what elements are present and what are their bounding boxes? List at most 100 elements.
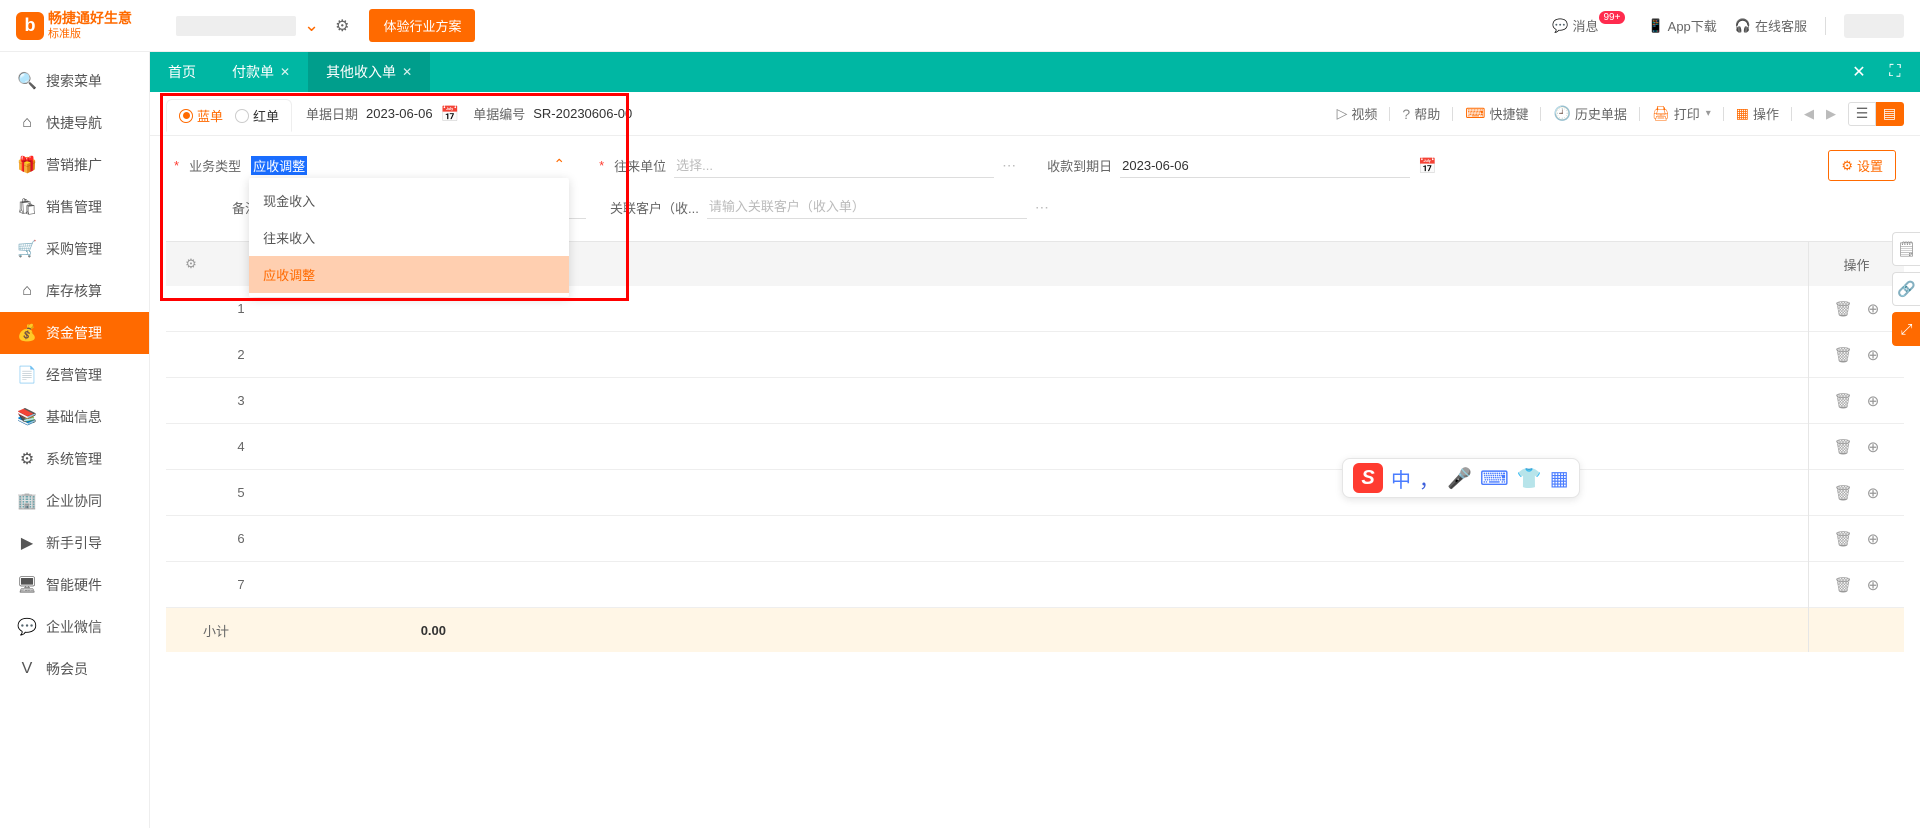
- add-icon[interactable]: ⊕: [1867, 576, 1880, 594]
- sidebar-item-8[interactable]: 📚基础信息: [0, 396, 149, 438]
- sidebar-item-14[interactable]: V畅会员: [0, 648, 149, 690]
- tab-expand-icon[interactable]: ⛶: [1882, 59, 1908, 85]
- delete-icon[interactable]: 🗑: [1834, 300, 1853, 318]
- delete-icon[interactable]: 🗑: [1834, 484, 1853, 502]
- table-row[interactable]: 3: [166, 378, 1808, 424]
- video-link[interactable]: ▷视频: [1337, 104, 1378, 123]
- sidebar-item-3[interactable]: 🛍销售管理: [0, 186, 149, 228]
- tab-label: 首页: [168, 62, 196, 82]
- dropdown-option[interactable]: 现金收入: [249, 182, 569, 219]
- calendar-icon[interactable]: 📅: [1418, 157, 1437, 175]
- tab-close-all-icon[interactable]: ✕: [1846, 59, 1872, 85]
- settings-button[interactable]: ⚙设置: [1828, 150, 1896, 181]
- relcust-field: 关联客户（收... ⋯: [610, 195, 1050, 219]
- sidebar-item-label: 基础信息: [46, 407, 102, 427]
- table-settings-icon[interactable]: ⚙: [166, 256, 216, 272]
- radio-red[interactable]: 红单: [235, 106, 279, 125]
- party-input[interactable]: [674, 154, 994, 178]
- sidebar-item-11[interactable]: ▶新手引导: [0, 522, 149, 564]
- sidebar-item-6[interactable]: 💰资金管理: [0, 312, 149, 354]
- row-index: 4: [216, 439, 266, 454]
- row-ops: 🗑⊕: [1809, 516, 1904, 562]
- table-row[interactable]: 2: [166, 332, 1808, 378]
- close-icon[interactable]: ✕: [402, 65, 412, 79]
- add-icon[interactable]: ⊕: [1867, 392, 1880, 410]
- sidebar-item-7[interactable]: 📄经营管理: [0, 354, 149, 396]
- biztype-select[interactable]: 应收调整: [249, 152, 569, 180]
- try-industry-button[interactable]: 体验行业方案: [369, 9, 475, 42]
- add-icon[interactable]: ⊕: [1867, 346, 1880, 364]
- sidebar-item-label: 资金管理: [46, 323, 102, 343]
- ime-skin-icon[interactable]: 👕: [1517, 466, 1542, 491]
- headset-icon: 🎧: [1735, 18, 1751, 34]
- relcust-input[interactable]: [707, 195, 1027, 219]
- user-avatar[interactable]: [1844, 14, 1904, 38]
- right-rail: 🗒 🔗 ⤢: [1892, 232, 1920, 346]
- ime-keyboard-icon[interactable]: ⌨: [1480, 466, 1509, 491]
- tab-0[interactable]: 首页: [150, 52, 214, 92]
- delete-icon[interactable]: 🗑: [1834, 346, 1853, 364]
- sidebar-item-label: 销售管理: [46, 197, 102, 217]
- sidebar-item-2[interactable]: 🎁营销推广: [0, 144, 149, 186]
- doc-date-value[interactable]: 2023-06-06: [366, 106, 433, 121]
- sidebar-item-9[interactable]: ⚙系统管理: [0, 438, 149, 480]
- dropdown-option[interactable]: 应收调整: [249, 256, 569, 293]
- row-index: 7: [216, 577, 266, 592]
- sidebar-item-12[interactable]: 🖥智能硬件: [0, 564, 149, 606]
- support-link[interactable]: 🎧 在线客服: [1735, 16, 1807, 35]
- play-icon: ▷: [1337, 105, 1348, 122]
- duedate-input[interactable]: [1120, 154, 1410, 178]
- delete-icon[interactable]: 🗑: [1834, 392, 1853, 410]
- shortcut-link[interactable]: ⌨快捷键: [1465, 104, 1528, 123]
- prev-arrow-icon[interactable]: ◀: [1804, 106, 1814, 122]
- add-icon[interactable]: ⊕: [1867, 484, 1880, 502]
- ime-toolbar[interactable]: S 中 ， 🎤 ⌨ 👕 ▦: [1342, 458, 1580, 498]
- sidebar-item-0[interactable]: 🔍搜索菜单: [0, 60, 149, 102]
- ime-toolbox-icon[interactable]: ▦: [1550, 466, 1569, 491]
- delete-icon[interactable]: 🗑: [1834, 576, 1853, 594]
- rail-note-icon[interactable]: 🗒: [1892, 232, 1920, 266]
- close-icon[interactable]: ✕: [280, 65, 290, 79]
- add-icon[interactable]: ⊕: [1867, 300, 1880, 318]
- gear-icon[interactable]: ⚙: [335, 16, 349, 36]
- delete-icon[interactable]: 🗑: [1834, 530, 1853, 548]
- view-form-button[interactable]: ▤: [1876, 102, 1904, 126]
- app-download-link[interactable]: 📱 App下载: [1647, 16, 1716, 35]
- messages-link[interactable]: 💬 消息 99+: [1552, 16, 1629, 35]
- relcust-more-icon[interactable]: ⋯: [1035, 199, 1050, 216]
- print-link[interactable]: 🖨打印▾: [1652, 104, 1711, 123]
- next-arrow-icon[interactable]: ▶: [1826, 106, 1836, 122]
- calendar-icon[interactable]: 📅: [441, 105, 460, 123]
- dropdown-option[interactable]: 往来收入: [249, 219, 569, 256]
- delete-icon[interactable]: 🗑: [1834, 438, 1853, 456]
- history-link[interactable]: 🕘历史单据: [1553, 104, 1626, 123]
- ime-lang-button[interactable]: 中: [1391, 464, 1411, 493]
- operations-link[interactable]: ▦操作: [1736, 104, 1779, 123]
- table-row[interactable]: 6: [166, 516, 1808, 562]
- sidebar-item-5[interactable]: ⌂库存核算: [0, 270, 149, 312]
- view-list-button[interactable]: ☰: [1848, 102, 1876, 126]
- table-row[interactable]: 7: [166, 562, 1808, 608]
- radio-blue[interactable]: 蓝单: [179, 106, 223, 125]
- party-more-icon[interactable]: ⋯: [1002, 157, 1017, 174]
- add-icon[interactable]: ⊕: [1867, 438, 1880, 456]
- tab-1[interactable]: 付款单✕: [214, 52, 308, 92]
- rail-link-icon[interactable]: 🔗: [1892, 272, 1920, 306]
- ime-punct-button[interactable]: ，: [1419, 464, 1439, 493]
- doc-no-value: SR-20230606-00: [533, 106, 632, 121]
- sidebar-item-13[interactable]: 💬企业微信: [0, 606, 149, 648]
- org-selector[interactable]: ⌄: [176, 15, 319, 36]
- row-ops: 🗑⊕: [1809, 286, 1904, 332]
- mic-icon[interactable]: 🎤: [1447, 466, 1472, 491]
- sidebar-icon: 🔍: [18, 72, 36, 90]
- rail-expand-icon[interactable]: ⤢: [1892, 312, 1920, 346]
- subtotal-label: 小计: [166, 621, 266, 640]
- duedate-label: 收款到期日: [1047, 156, 1112, 175]
- add-icon[interactable]: ⊕: [1867, 530, 1880, 548]
- tab-2[interactable]: 其他收入单✕: [308, 52, 430, 92]
- help-link[interactable]: ?帮助: [1402, 104, 1440, 123]
- doc-no-label: 单据编号: [473, 104, 525, 123]
- sidebar-item-4[interactable]: 🛒采购管理: [0, 228, 149, 270]
- sidebar-item-1[interactable]: ⌂快捷导航: [0, 102, 149, 144]
- sidebar-item-10[interactable]: 🏢企业协同: [0, 480, 149, 522]
